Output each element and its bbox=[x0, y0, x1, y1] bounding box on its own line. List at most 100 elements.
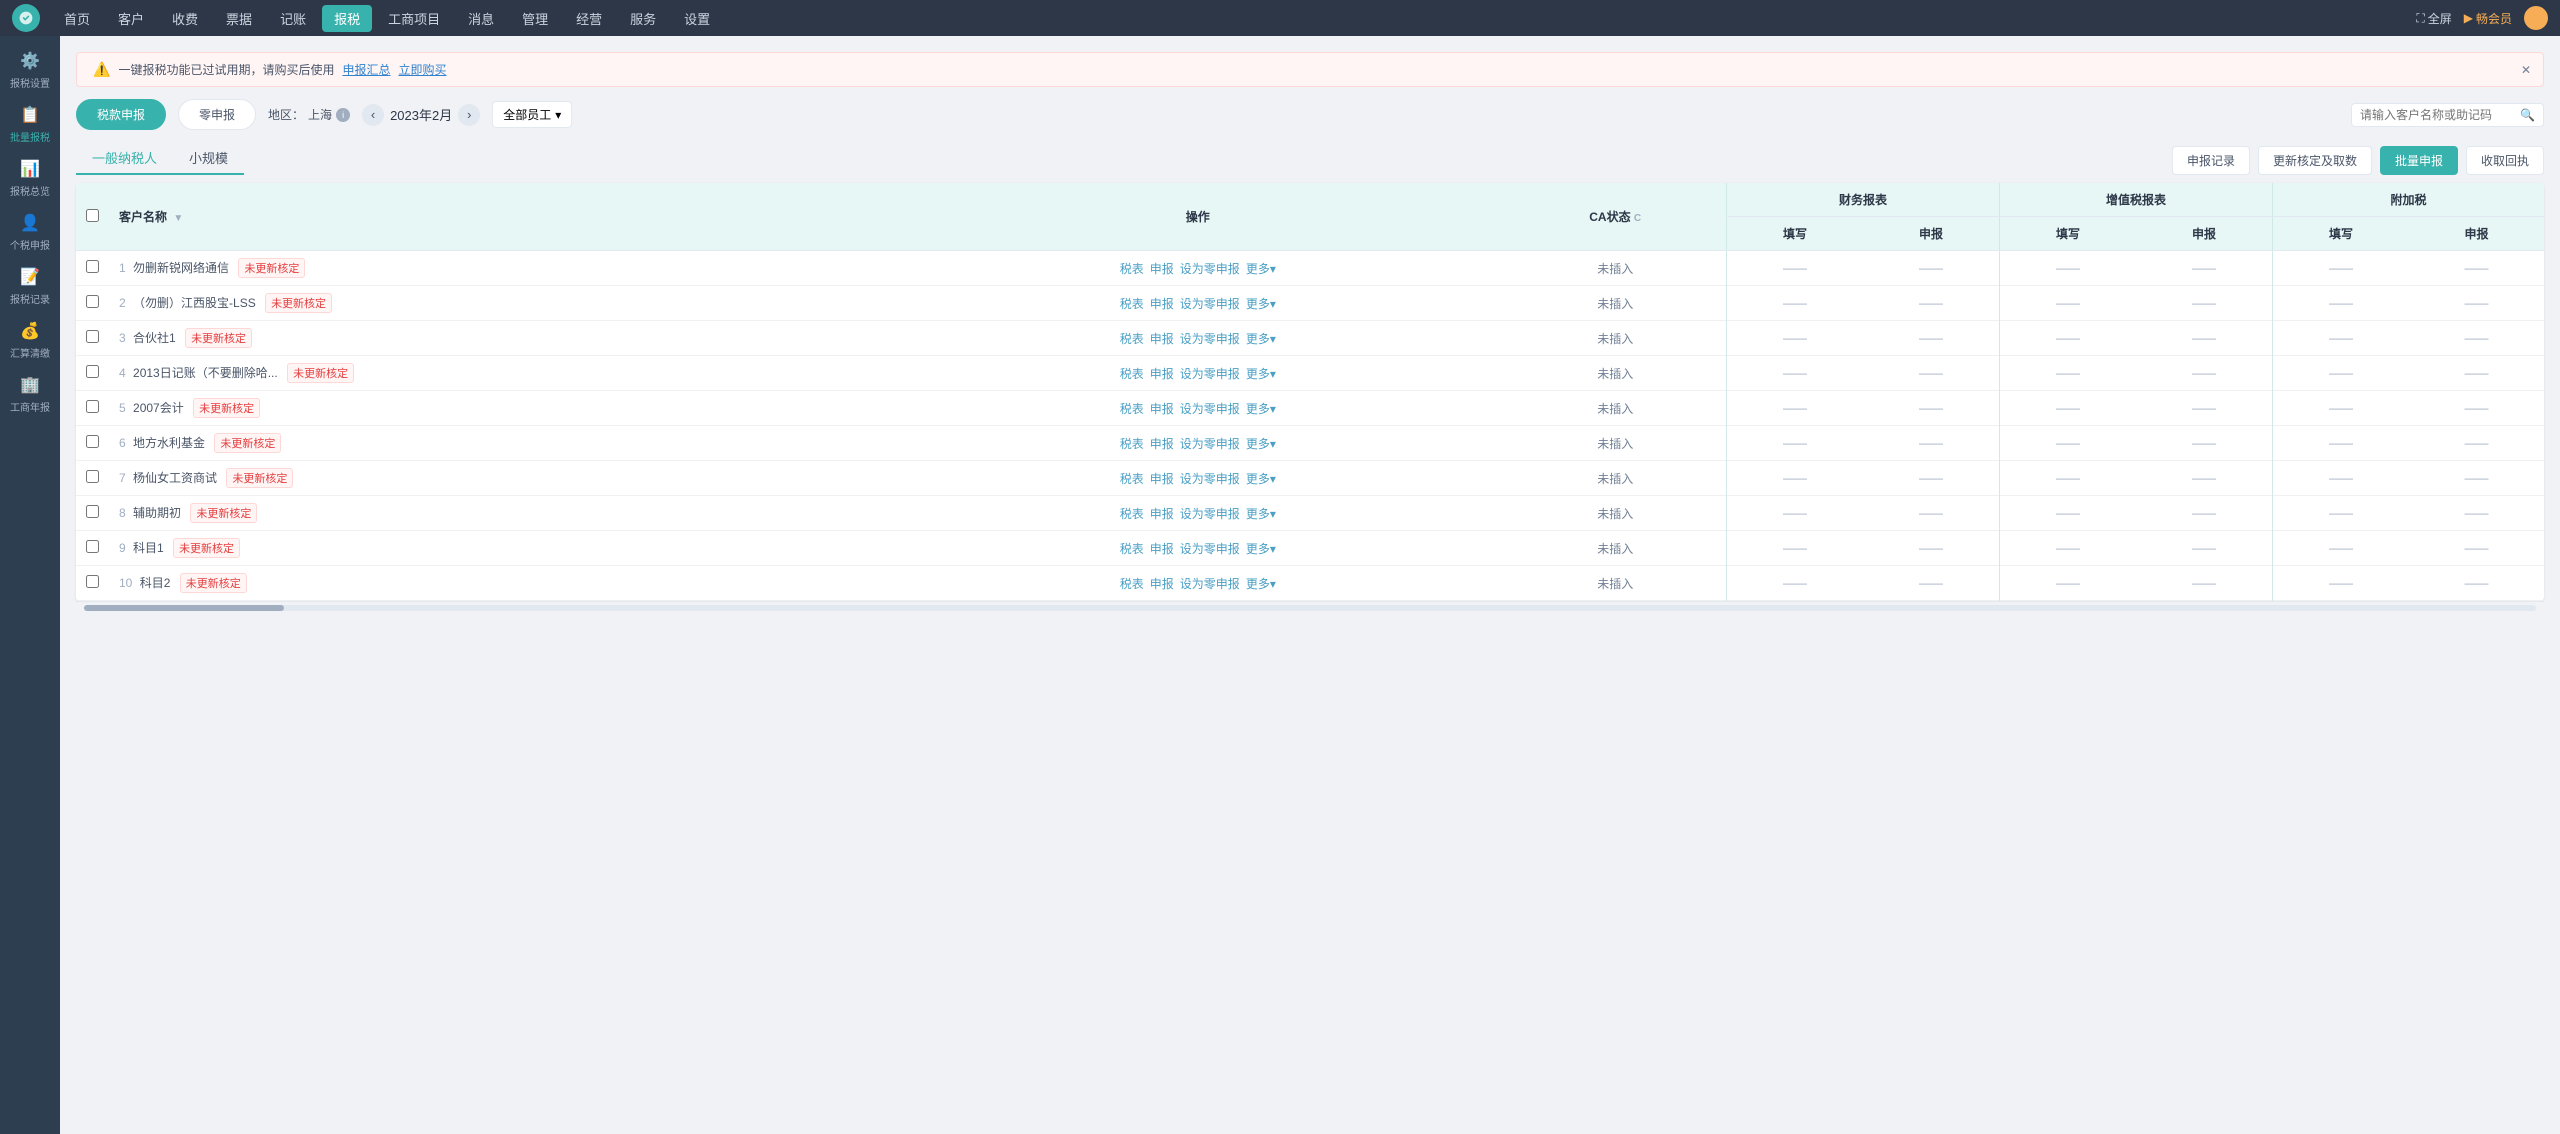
row-checkbox[interactable] bbox=[86, 400, 99, 413]
row-checkbox[interactable] bbox=[86, 260, 99, 273]
action-declare[interactable]: 申报 bbox=[1150, 540, 1174, 557]
action-more[interactable]: 更多▾ bbox=[1246, 400, 1276, 417]
next-month-button[interactable]: › bbox=[458, 104, 480, 126]
banner-link-summary[interactable]: 申报汇总 bbox=[342, 61, 390, 78]
action-zero-declare[interactable]: 设为零申报 bbox=[1180, 575, 1240, 592]
member-button[interactable]: ▶ 畅会员 bbox=[2464, 10, 2512, 27]
nav-billing[interactable]: 收费 bbox=[160, 5, 210, 32]
row-checkbox[interactable] bbox=[86, 330, 99, 343]
prev-month-button[interactable]: ‹ bbox=[362, 104, 384, 126]
row-checkbox[interactable] bbox=[86, 540, 99, 553]
update-quota-button[interactable]: 更新核定及取数 bbox=[2258, 146, 2372, 175]
action-zero-declare[interactable]: 设为零申报 bbox=[1180, 295, 1240, 312]
row-tax-declare: —— bbox=[2136, 531, 2273, 566]
action-declare[interactable]: 申报 bbox=[1150, 575, 1174, 592]
action-zero-declare[interactable]: 设为零申报 bbox=[1180, 540, 1240, 557]
sidebar-item-tax-records[interactable]: 📝 报税记录 bbox=[4, 260, 56, 312]
action-zero-declare[interactable]: 设为零申报 bbox=[1180, 330, 1240, 347]
action-declare[interactable]: 申报 bbox=[1150, 260, 1174, 277]
action-zero-declare[interactable]: 设为零申报 bbox=[1180, 505, 1240, 522]
action-tax-form[interactable]: 税表 bbox=[1120, 365, 1144, 382]
sidebar-item-annual-report[interactable]: 🏢 工商年报 bbox=[4, 368, 56, 420]
nav-tax[interactable]: 报税 bbox=[322, 5, 372, 32]
tab-tax-declaration[interactable]: 税款申报 bbox=[76, 99, 166, 130]
action-declare[interactable]: 申报 bbox=[1150, 435, 1174, 452]
action-tax-form[interactable]: 税表 bbox=[1120, 260, 1144, 277]
banner-link-buy[interactable]: 立即购买 bbox=[398, 61, 446, 78]
row-checkbox-cell bbox=[76, 286, 109, 321]
action-tax-form[interactable]: 税表 bbox=[1120, 330, 1144, 347]
action-tax-form[interactable]: 税表 bbox=[1120, 435, 1144, 452]
search-input[interactable] bbox=[2360, 108, 2520, 122]
action-more[interactable]: 更多▾ bbox=[1246, 540, 1276, 557]
action-declare[interactable]: 申报 bbox=[1150, 400, 1174, 417]
action-zero-declare[interactable]: 设为零申报 bbox=[1180, 435, 1240, 452]
sidebar-item-personal-tax[interactable]: 👤 个税申报 bbox=[4, 206, 56, 258]
action-tax-form[interactable]: 税表 bbox=[1120, 505, 1144, 522]
row-checkbox[interactable] bbox=[86, 505, 99, 518]
row-checkbox[interactable] bbox=[86, 435, 99, 448]
sidebar-item-tax-settings[interactable]: ⚙️ 报税设置 bbox=[4, 44, 56, 96]
sidebar-item-tax-overview[interactable]: 📊 报税总览 bbox=[4, 152, 56, 204]
sidebar-item-batch-tax[interactable]: 📋 批量报税 bbox=[4, 98, 56, 150]
banner-close-button[interactable]: ✕ bbox=[2521, 63, 2531, 77]
nav-message[interactable]: 消息 bbox=[456, 5, 506, 32]
nav-settings[interactable]: 设置 bbox=[672, 5, 722, 32]
row-checkbox[interactable] bbox=[86, 575, 99, 588]
action-more[interactable]: 更多▾ bbox=[1246, 365, 1276, 382]
action-zero-declare[interactable]: 设为零申报 bbox=[1180, 470, 1240, 487]
sidebar-item-annual-settlement[interactable]: 💰 汇算清缴 bbox=[4, 314, 56, 366]
batch-declare-button[interactable]: 批量申报 bbox=[2380, 146, 2458, 175]
action-zero-declare[interactable]: 设为零申报 bbox=[1180, 365, 1240, 382]
tab-general-taxpayer[interactable]: 一般纳税人 bbox=[76, 142, 173, 175]
nav-invoice[interactable]: 票据 bbox=[214, 5, 264, 32]
row-checkbox[interactable] bbox=[86, 365, 99, 378]
action-tax-form[interactable]: 税表 bbox=[1120, 470, 1144, 487]
row-financial-fill: —— bbox=[1726, 426, 1863, 461]
action-more[interactable]: 更多▾ bbox=[1246, 295, 1276, 312]
user-avatar[interactable] bbox=[2524, 6, 2548, 30]
action-more[interactable]: 更多▾ bbox=[1246, 260, 1276, 277]
row-checkbox[interactable] bbox=[86, 470, 99, 483]
row-number: 6 bbox=[119, 436, 126, 450]
row-checkbox[interactable] bbox=[86, 295, 99, 308]
action-zero-declare[interactable]: 设为零申报 bbox=[1180, 400, 1240, 417]
scroll-thumb[interactable] bbox=[84, 605, 284, 611]
th-operation: 操作 bbox=[891, 183, 1504, 251]
action-tax-form[interactable]: 税表 bbox=[1120, 575, 1144, 592]
month-navigator: ‹ 2023年2月 › bbox=[362, 104, 480, 126]
action-tax-form[interactable]: 税表 bbox=[1120, 400, 1144, 417]
tab-zero-declaration[interactable]: 零申报 bbox=[178, 99, 256, 130]
action-more[interactable]: 更多▾ bbox=[1246, 435, 1276, 452]
nav-bookkeeping[interactable]: 记账 bbox=[268, 5, 318, 32]
search-box[interactable]: 🔍 bbox=[2351, 103, 2544, 127]
declaration-records-button[interactable]: 申报记录 bbox=[2172, 146, 2250, 175]
nav-operation[interactable]: 经营 bbox=[564, 5, 614, 32]
action-zero-declare[interactable]: 设为零申报 bbox=[1180, 260, 1240, 277]
collect-receipt-button[interactable]: 收取回执 bbox=[2466, 146, 2544, 175]
nav-home[interactable]: 首页 bbox=[52, 5, 102, 32]
action-tax-form[interactable]: 税表 bbox=[1120, 540, 1144, 557]
search-icon[interactable]: 🔍 bbox=[2520, 108, 2535, 122]
action-declare[interactable]: 申报 bbox=[1150, 505, 1174, 522]
nav-business[interactable]: 工商项目 bbox=[376, 5, 452, 32]
action-tax-form[interactable]: 税表 bbox=[1120, 295, 1144, 312]
nav-service[interactable]: 服务 bbox=[618, 5, 668, 32]
region-info-icon[interactable]: i bbox=[336, 108, 350, 122]
nav-client[interactable]: 客户 bbox=[106, 5, 156, 32]
horizontal-scrollbar[interactable] bbox=[76, 601, 2544, 613]
action-more[interactable]: 更多▾ bbox=[1246, 330, 1276, 347]
action-more[interactable]: 更多▾ bbox=[1246, 470, 1276, 487]
row-actions: 税表 申报 设为零申报 更多▾ bbox=[891, 286, 1504, 321]
action-declare[interactable]: 申报 bbox=[1150, 470, 1174, 487]
action-declare[interactable]: 申报 bbox=[1150, 330, 1174, 347]
action-declare[interactable]: 申报 bbox=[1150, 295, 1174, 312]
nav-manage[interactable]: 管理 bbox=[510, 5, 560, 32]
department-selector[interactable]: 全部员工 ▾ bbox=[492, 101, 572, 128]
fullscreen-button[interactable]: ⛶ 全屏 bbox=[2416, 10, 2451, 27]
select-all-checkbox[interactable] bbox=[86, 209, 99, 222]
action-more[interactable]: 更多▾ bbox=[1246, 505, 1276, 522]
action-more[interactable]: 更多▾ bbox=[1246, 575, 1276, 592]
action-declare[interactable]: 申报 bbox=[1150, 365, 1174, 382]
tab-small-scale[interactable]: 小规模 bbox=[173, 142, 244, 175]
